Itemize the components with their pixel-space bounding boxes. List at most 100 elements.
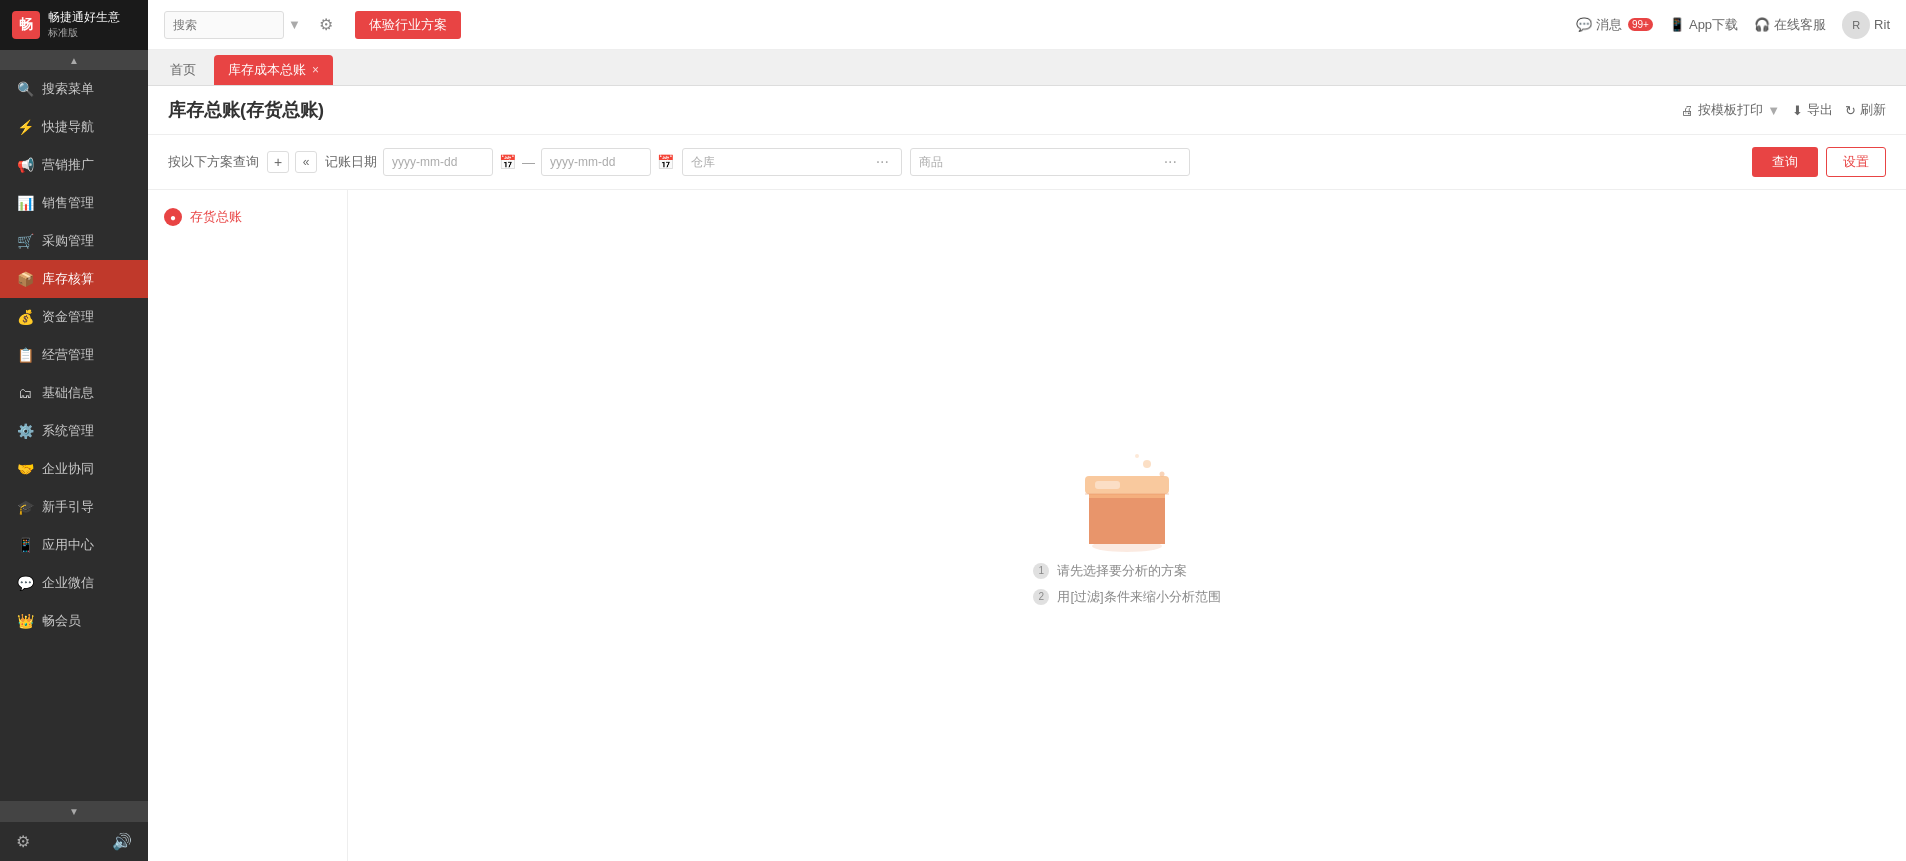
- date-separator: —: [522, 155, 535, 170]
- sidebar-item-finance[interactable]: 💰 资金管理: [0, 298, 148, 336]
- sidebar-item-operation[interactable]: 📋 经营管理: [0, 336, 148, 374]
- settings-button[interactable]: ⚙: [305, 10, 347, 39]
- print-label: 按模板打印: [1698, 101, 1763, 119]
- message-label: 消息: [1596, 16, 1622, 34]
- filter-collapse-button[interactable]: «: [295, 151, 317, 173]
- goods-more-icon[interactable]: ···: [1160, 153, 1181, 171]
- svg-point-6: [1143, 460, 1151, 468]
- enterprise-icon: 🤝: [16, 460, 34, 478]
- refresh-label: 刷新: [1860, 101, 1886, 119]
- tab-inventory-ledger[interactable]: 库存成本总账 ×: [214, 55, 333, 85]
- sidebar-item-system[interactable]: ⚙️ 系统管理: [0, 412, 148, 450]
- sidebar-item-label-basic: 基础信息: [42, 384, 94, 402]
- sidebar-item-basic[interactable]: 🗂 基础信息: [0, 374, 148, 412]
- wechat-icon: 💬: [16, 574, 34, 592]
- sidebar-item-label-finance: 资金管理: [42, 308, 94, 326]
- system-icon: ⚙️: [16, 422, 34, 440]
- app-download-label: App下载: [1689, 16, 1738, 34]
- tab-home[interactable]: 首页: [156, 55, 210, 85]
- sidebar-item-wechat[interactable]: 💬 企业微信: [0, 564, 148, 602]
- empty-tip-1: 1 请先选择要分析的方案: [1033, 562, 1220, 580]
- audio-footer-icon[interactable]: 🔊: [112, 832, 132, 851]
- tab-close-icon[interactable]: ×: [312, 63, 319, 77]
- filter-row: 按以下方案查询 + « 记账日期 yyyy-mm-dd 📅 — yyyy-mm-…: [168, 147, 1886, 177]
- sidebar-footer: ⚙ 🔊: [0, 821, 148, 861]
- topbar-search-input[interactable]: [164, 11, 284, 39]
- online-support-label: 在线客服: [1774, 16, 1826, 34]
- content-area: 库存总账(存货总账) 🖨 按模板打印 ▼ ⬇ 导出 ↻ 刷新: [148, 86, 1906, 861]
- main-area: ▼ ⚙ 体验行业方案 💬 消息 99+ 📱 App下载 🎧 在线客服 R: [148, 0, 1906, 861]
- refresh-button[interactable]: ↻ 刷新: [1845, 101, 1886, 119]
- refresh-icon: ↻: [1845, 103, 1856, 118]
- sidebar-item-label-marketing: 营销推广: [42, 156, 94, 174]
- user-avatar-text: R: [1852, 19, 1860, 31]
- message-item[interactable]: 💬 消息 99+: [1576, 16, 1653, 34]
- sidebar-scroll-up[interactable]: ▲: [0, 50, 148, 70]
- sidebar-item-label-enterprise: 企业协同: [42, 460, 94, 478]
- date-end-input[interactable]: yyyy-mm-dd: [541, 148, 651, 176]
- topbar-search-area: ▼ ⚙: [164, 10, 347, 39]
- calendar-end-icon[interactable]: 📅: [657, 154, 674, 170]
- topbar-dropdown-icon[interactable]: ▼: [288, 17, 301, 32]
- message-badge: 99+: [1628, 18, 1653, 31]
- tip-text-2: 用[过滤]条件来缩小分析范围: [1057, 588, 1220, 606]
- print-button[interactable]: 🖨 按模板打印 ▼: [1681, 101, 1780, 119]
- warehouse-filter[interactable]: 仓库 ···: [682, 148, 902, 176]
- sidebar-item-label-operation: 经营管理: [42, 346, 94, 364]
- export-button[interactable]: ⬇ 导出: [1792, 101, 1833, 119]
- settings-footer-icon[interactable]: ⚙: [16, 832, 30, 851]
- sidebar-item-app-center[interactable]: 📱 应用中心: [0, 526, 148, 564]
- sidebar-item-marketing[interactable]: 📢 营销推广: [0, 146, 148, 184]
- industry-solution-button[interactable]: 体验行业方案: [355, 11, 461, 39]
- svg-point-8: [1135, 454, 1139, 458]
- filter-add-button[interactable]: +: [267, 151, 289, 173]
- sidebar-item-label-app-center: 应用中心: [42, 536, 94, 554]
- calendar-start-icon[interactable]: 📅: [499, 154, 516, 170]
- query-button[interactable]: 查询: [1752, 147, 1818, 177]
- export-icon: ⬇: [1792, 103, 1803, 118]
- quick-nav-icon: ⚡: [16, 118, 34, 136]
- sidebar-item-guide[interactable]: 🎓 新手引导: [0, 488, 148, 526]
- svg-point-7: [1160, 471, 1165, 476]
- app-version: 标准版: [48, 26, 120, 40]
- filter-label: 按以下方案查询: [168, 153, 259, 171]
- sidebar-item-inventory[interactable]: 📦 库存核算: [0, 260, 148, 298]
- sidebar-item-member[interactable]: 👑 畅会员: [0, 602, 148, 640]
- sidebar-item-label-system: 系统管理: [42, 422, 94, 440]
- content-body: ● 存货总账: [148, 190, 1906, 861]
- tab-inventory-ledger-label: 库存成本总账: [228, 61, 306, 79]
- empty-illustration: [1067, 446, 1187, 546]
- goods-label: 商品: [919, 154, 943, 171]
- app-download-item[interactable]: 📱 App下载: [1669, 16, 1738, 34]
- sidebar-item-enterprise[interactable]: 🤝 企业协同: [0, 450, 148, 488]
- warehouse-more-icon[interactable]: ···: [872, 153, 893, 171]
- sidebar-scroll-down[interactable]: ▼: [0, 801, 148, 821]
- search-menu-icon: 🔍: [16, 80, 34, 98]
- inventory-icon: 📦: [16, 270, 34, 288]
- sidebar-item-sales[interactable]: 📊 销售管理: [0, 184, 148, 222]
- sidebar-item-quick-nav[interactable]: ⚡ 快捷导航: [0, 108, 148, 146]
- svg-rect-2: [1089, 498, 1165, 544]
- sidebar-item-label-inventory: 库存核算: [42, 270, 94, 288]
- online-support-icon: 🎧: [1754, 17, 1770, 32]
- goods-filter[interactable]: 商品 ···: [910, 148, 1190, 176]
- filter-action-buttons: + «: [267, 151, 317, 173]
- app-center-icon: 📱: [16, 536, 34, 554]
- scheme-item-label: 存货总账: [190, 208, 242, 226]
- sidebar-item-search[interactable]: 🔍 搜索菜单: [0, 70, 148, 108]
- sidebar-item-purchase[interactable]: 🛒 采购管理: [0, 222, 148, 260]
- app-name: 畅捷通好生意: [48, 10, 120, 26]
- member-icon: 👑: [16, 612, 34, 630]
- scheme-item-inventory-ledger[interactable]: ● 存货总账: [148, 200, 347, 234]
- topbar: ▼ ⚙ 体验行业方案 💬 消息 99+ 📱 App下载 🎧 在线客服 R: [148, 0, 1906, 50]
- app-logo: 畅 畅捷通好生意 标准版: [0, 0, 148, 50]
- settings-filter-button[interactable]: 设置: [1826, 147, 1886, 177]
- date-start-input[interactable]: yyyy-mm-dd: [383, 148, 493, 176]
- user-area[interactable]: R Rit: [1842, 11, 1890, 39]
- tab-bar: 首页 库存成本总账 ×: [148, 50, 1906, 86]
- empty-svg: [1067, 446, 1187, 556]
- online-support-item[interactable]: 🎧 在线客服: [1754, 16, 1826, 34]
- filter-area: 按以下方案查询 + « 记账日期 yyyy-mm-dd 📅 — yyyy-mm-…: [148, 135, 1906, 190]
- page-header: 库存总账(存货总账) 🖨 按模板打印 ▼ ⬇ 导出 ↻ 刷新: [148, 86, 1906, 135]
- user-name: Rit: [1874, 17, 1890, 32]
